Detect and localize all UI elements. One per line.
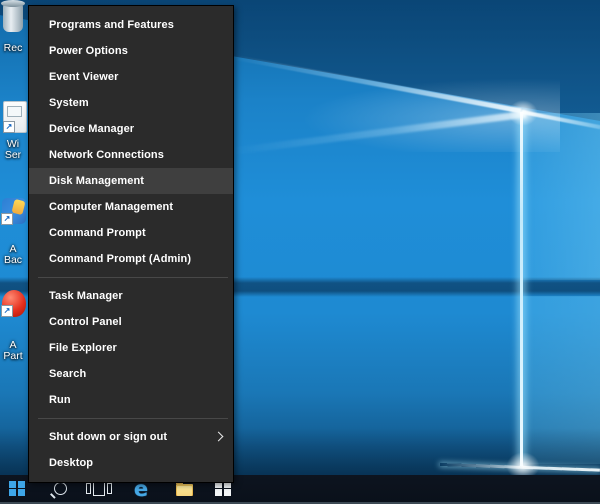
- menu-item-label: Command Prompt (Admin): [49, 253, 191, 265]
- menu-item-label: Desktop: [49, 457, 93, 469]
- desktop-icon-label: Bac: [0, 255, 27, 266]
- menu-item-file-explorer[interactable]: File Explorer: [29, 335, 233, 361]
- menu-item-device-manager[interactable]: Device Manager: [29, 116, 233, 142]
- menu-item-power-options[interactable]: Power Options: [29, 38, 233, 64]
- desktop-icon-label: Part: [0, 351, 27, 362]
- task-view-icon: [86, 481, 112, 496]
- windows-logo-icon: [9, 481, 25, 497]
- menu-item-command-prompt[interactable]: Command Prompt: [29, 220, 233, 246]
- shortcut-arrow-icon: ↗: [1, 305, 13, 317]
- folder-icon: [176, 484, 193, 496]
- menu-item-command-prompt-admin[interactable]: Command Prompt (Admin): [29, 246, 233, 272]
- menu-item-label: Task Manager: [49, 290, 123, 302]
- menu-item-label: Power Options: [49, 45, 128, 57]
- submenu-chevron-icon: [214, 432, 224, 442]
- winx-context-menu: Programs and Features Power Options Even…: [28, 5, 234, 483]
- menu-item-programs-and-features[interactable]: Programs and Features: [29, 12, 233, 38]
- menu-item-label: File Explorer: [49, 342, 117, 354]
- menu-item-label: Search: [49, 368, 86, 380]
- menu-item-label: Event Viewer: [49, 71, 118, 83]
- menu-item-label: System: [49, 97, 89, 109]
- menu-separator: [38, 418, 228, 419]
- menu-item-computer-management[interactable]: Computer Management: [29, 194, 233, 220]
- search-icon: [54, 482, 67, 495]
- white-app-icon: ↗: [3, 101, 27, 133]
- desktop-icon-app-2[interactable]: ↗: [2, 198, 26, 224]
- desktop-icon-label: Ser: [0, 150, 27, 161]
- menu-item-label: Device Manager: [49, 123, 134, 135]
- windows-desktop-screen: Rec ↗ Wi Ser ↗ A Bac ↗ A Part e: [0, 0, 600, 504]
- menu-item-run[interactable]: Run: [29, 387, 233, 413]
- recycle-bin-icon: [3, 4, 23, 32]
- desktop-icon-app-1[interactable]: ↗: [3, 101, 27, 133]
- menu-separator: [38, 277, 228, 278]
- blue-yellow-app-icon: ↗: [2, 198, 26, 224]
- menu-item-network-connections[interactable]: Network Connections: [29, 142, 233, 168]
- menu-item-disk-management[interactable]: Disk Management: [29, 168, 233, 194]
- desktop-icon-recycle-bin[interactable]: [3, 4, 23, 32]
- menu-item-label: Programs and Features: [49, 19, 174, 31]
- menu-item-label: Command Prompt: [49, 227, 146, 239]
- menu-item-shutdown-or-signout[interactable]: Shut down or sign out: [29, 424, 233, 450]
- desktop-icon-app-3[interactable]: ↗: [2, 290, 26, 317]
- windows-logo-white-icon: [215, 481, 231, 497]
- menu-item-label: Shut down or sign out: [49, 431, 167, 443]
- menu-item-control-panel[interactable]: Control Panel: [29, 309, 233, 335]
- shortcut-arrow-icon: ↗: [1, 213, 13, 225]
- menu-item-system[interactable]: System: [29, 90, 233, 116]
- menu-item-task-manager[interactable]: Task Manager: [29, 283, 233, 309]
- menu-item-search[interactable]: Search: [29, 361, 233, 387]
- menu-item-desktop[interactable]: Desktop: [29, 450, 233, 476]
- shortcut-arrow-icon: ↗: [3, 121, 15, 133]
- menu-item-label: Disk Management: [49, 175, 144, 187]
- menu-item-label: Computer Management: [49, 201, 173, 213]
- menu-item-label: Network Connections: [49, 149, 164, 161]
- wallpaper-glow-corner-top: [507, 99, 539, 127]
- menu-item-label: Run: [49, 394, 71, 406]
- menu-item-label: Control Panel: [49, 316, 122, 328]
- menu-item-event-viewer[interactable]: Event Viewer: [29, 64, 233, 90]
- desktop-icon-label: Rec: [0, 43, 27, 54]
- wallpaper-glow-vertical-line: [520, 112, 523, 466]
